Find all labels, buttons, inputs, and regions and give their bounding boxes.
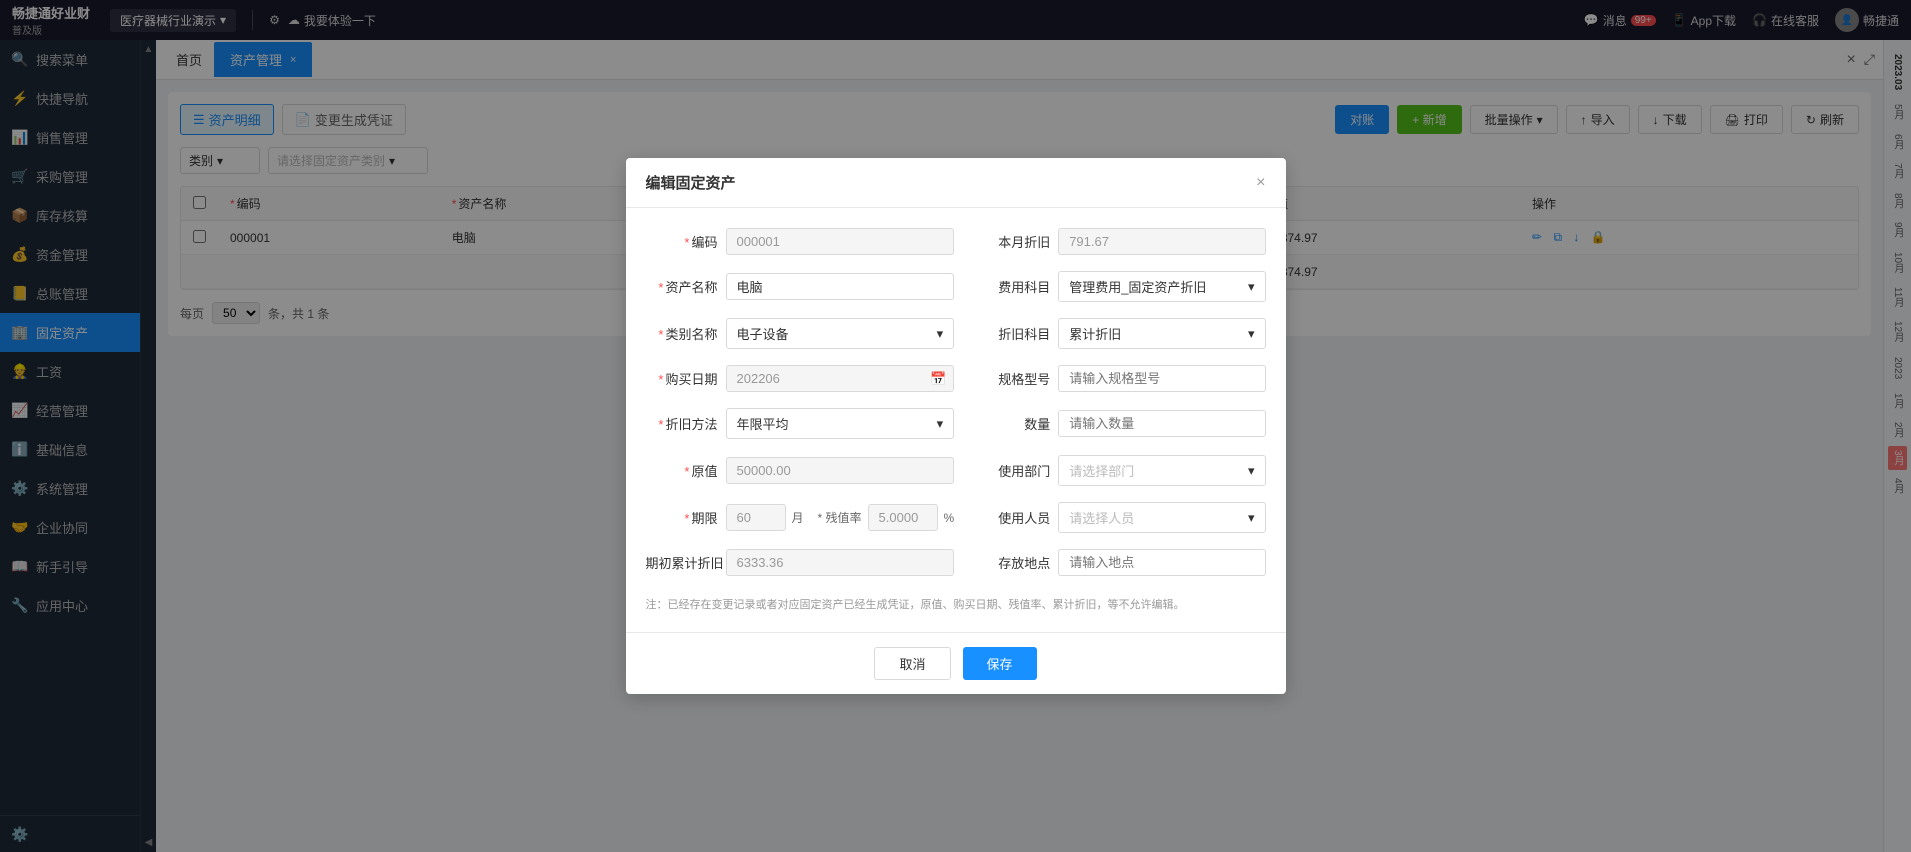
page-content: ☰ 资产明细 📄 变更生成凭证 对账 + 新增 bbox=[156, 80, 1883, 852]
modal-close-button[interactable]: × bbox=[1256, 174, 1265, 192]
initial-accum-input[interactable] bbox=[726, 549, 955, 576]
depr-method-select[interactable]: 年限平均 ▾ bbox=[726, 408, 955, 439]
form-grid: 编码 本月折旧 资产名称 bbox=[646, 228, 1266, 612]
location-label: 存放地点 bbox=[978, 553, 1050, 572]
form-item-depr-subject: 折旧科目 累计折旧 ▾ bbox=[978, 318, 1265, 349]
residual-rate-input[interactable] bbox=[868, 504, 938, 531]
modal-overlay: 编辑固定资产 × 编码 bbox=[156, 80, 1883, 852]
category-label: 类别名称 bbox=[646, 324, 718, 343]
chevron-down-icon4: ▾ bbox=[1248, 326, 1255, 342]
initial-accum-label: 期初累计折旧 bbox=[646, 553, 718, 572]
original-value-input[interactable] bbox=[726, 457, 955, 484]
form-item-initial-accum: 期初累计折旧 bbox=[646, 549, 955, 576]
content-area: 首页 资产管理 × × ⤢ ☰ bbox=[156, 40, 1883, 852]
form-item-category: 类别名称 电子设备 ▾ bbox=[646, 318, 955, 349]
form-item-quantity: 数量 bbox=[978, 408, 1265, 439]
modal-note: 注：已经存在变更记录或者对应固定资产已经生成凭证，原值、购买日期、残值率、累计折… bbox=[646, 596, 1266, 612]
chevron-down-icon5: ▾ bbox=[937, 416, 944, 432]
depr-method-label: 折旧方法 bbox=[646, 414, 718, 433]
form-item-purchase-date: 购买日期 📅 bbox=[646, 365, 955, 392]
expense-subject-select[interactable]: 管理费用_固定资产折旧 ▾ bbox=[1058, 271, 1265, 302]
purchase-date-label: 购买日期 bbox=[646, 369, 718, 388]
form-item-location: 存放地点 bbox=[978, 549, 1265, 576]
modal-footer: 取消 保存 bbox=[626, 632, 1286, 694]
period-label: 期限 bbox=[646, 508, 718, 527]
original-value-label: 原值 bbox=[646, 461, 718, 480]
asset-name-label: 资产名称 bbox=[646, 277, 718, 296]
chevron-down-icon3: ▾ bbox=[937, 326, 944, 342]
form-item-monthly-depr: 本月折旧 bbox=[978, 228, 1265, 255]
depr-subject-label: 折旧科目 bbox=[978, 324, 1050, 343]
form-item-expense-subject: 费用科目 管理费用_固定资产折旧 ▾ bbox=[978, 271, 1265, 302]
save-button[interactable]: 保存 bbox=[963, 647, 1037, 680]
modal-body: 编码 本月折旧 资产名称 bbox=[626, 208, 1286, 632]
edit-asset-modal: 编辑固定资产 × 编码 bbox=[626, 158, 1286, 694]
chevron-down-icon6: ▾ bbox=[1248, 463, 1255, 479]
spec-input[interactable] bbox=[1058, 365, 1265, 392]
form-item-spec: 规格型号 bbox=[978, 365, 1265, 392]
location-input[interactable] bbox=[1058, 549, 1265, 576]
code-input[interactable] bbox=[726, 228, 955, 255]
code-label: 编码 bbox=[646, 232, 718, 251]
form-item-original-value: 原值 bbox=[646, 455, 955, 486]
quantity-input[interactable] bbox=[1058, 410, 1265, 437]
chevron-down-icon2: ▾ bbox=[1248, 279, 1255, 295]
asset-name-input[interactable] bbox=[726, 273, 955, 300]
depr-subject-select[interactable]: 累计折旧 ▾ bbox=[1058, 318, 1265, 349]
spec-label: 规格型号 bbox=[978, 369, 1050, 388]
form-item-depr-method: 折旧方法 年限平均 ▾ bbox=[646, 408, 955, 439]
person-label: 使用人员 bbox=[978, 508, 1050, 527]
monthly-depr-label: 本月折旧 bbox=[978, 232, 1050, 251]
purchase-date-input[interactable] bbox=[726, 365, 955, 392]
form-item-asset-name: 资产名称 bbox=[646, 271, 955, 302]
quantity-label: 数量 bbox=[978, 414, 1050, 433]
dept-label: 使用部门 bbox=[978, 461, 1050, 480]
form-item-person: 使用人员 请选择人员 ▾ bbox=[978, 502, 1265, 533]
form-item-dept: 使用部门 请选择部门 ▾ bbox=[978, 455, 1265, 486]
modal-header: 编辑固定资产 × bbox=[626, 158, 1286, 208]
calendar-icon[interactable]: 📅 bbox=[930, 371, 946, 387]
dept-select[interactable]: 请选择部门 ▾ bbox=[1058, 455, 1265, 486]
form-item-period: 期限 月 * 残值率 % bbox=[646, 502, 955, 533]
cancel-button[interactable]: 取消 bbox=[874, 647, 950, 680]
category-select[interactable]: 电子设备 ▾ bbox=[726, 318, 955, 349]
expense-subject-label: 费用科目 bbox=[978, 277, 1050, 296]
period-input[interactable] bbox=[726, 504, 786, 531]
chevron-down-icon7: ▾ bbox=[1248, 510, 1255, 526]
modal-title: 编辑固定资产 bbox=[646, 172, 736, 193]
form-item-code: 编码 bbox=[646, 228, 955, 255]
monthly-depr-input[interactable] bbox=[1058, 228, 1265, 255]
person-select[interactable]: 请选择人员 ▾ bbox=[1058, 502, 1265, 533]
